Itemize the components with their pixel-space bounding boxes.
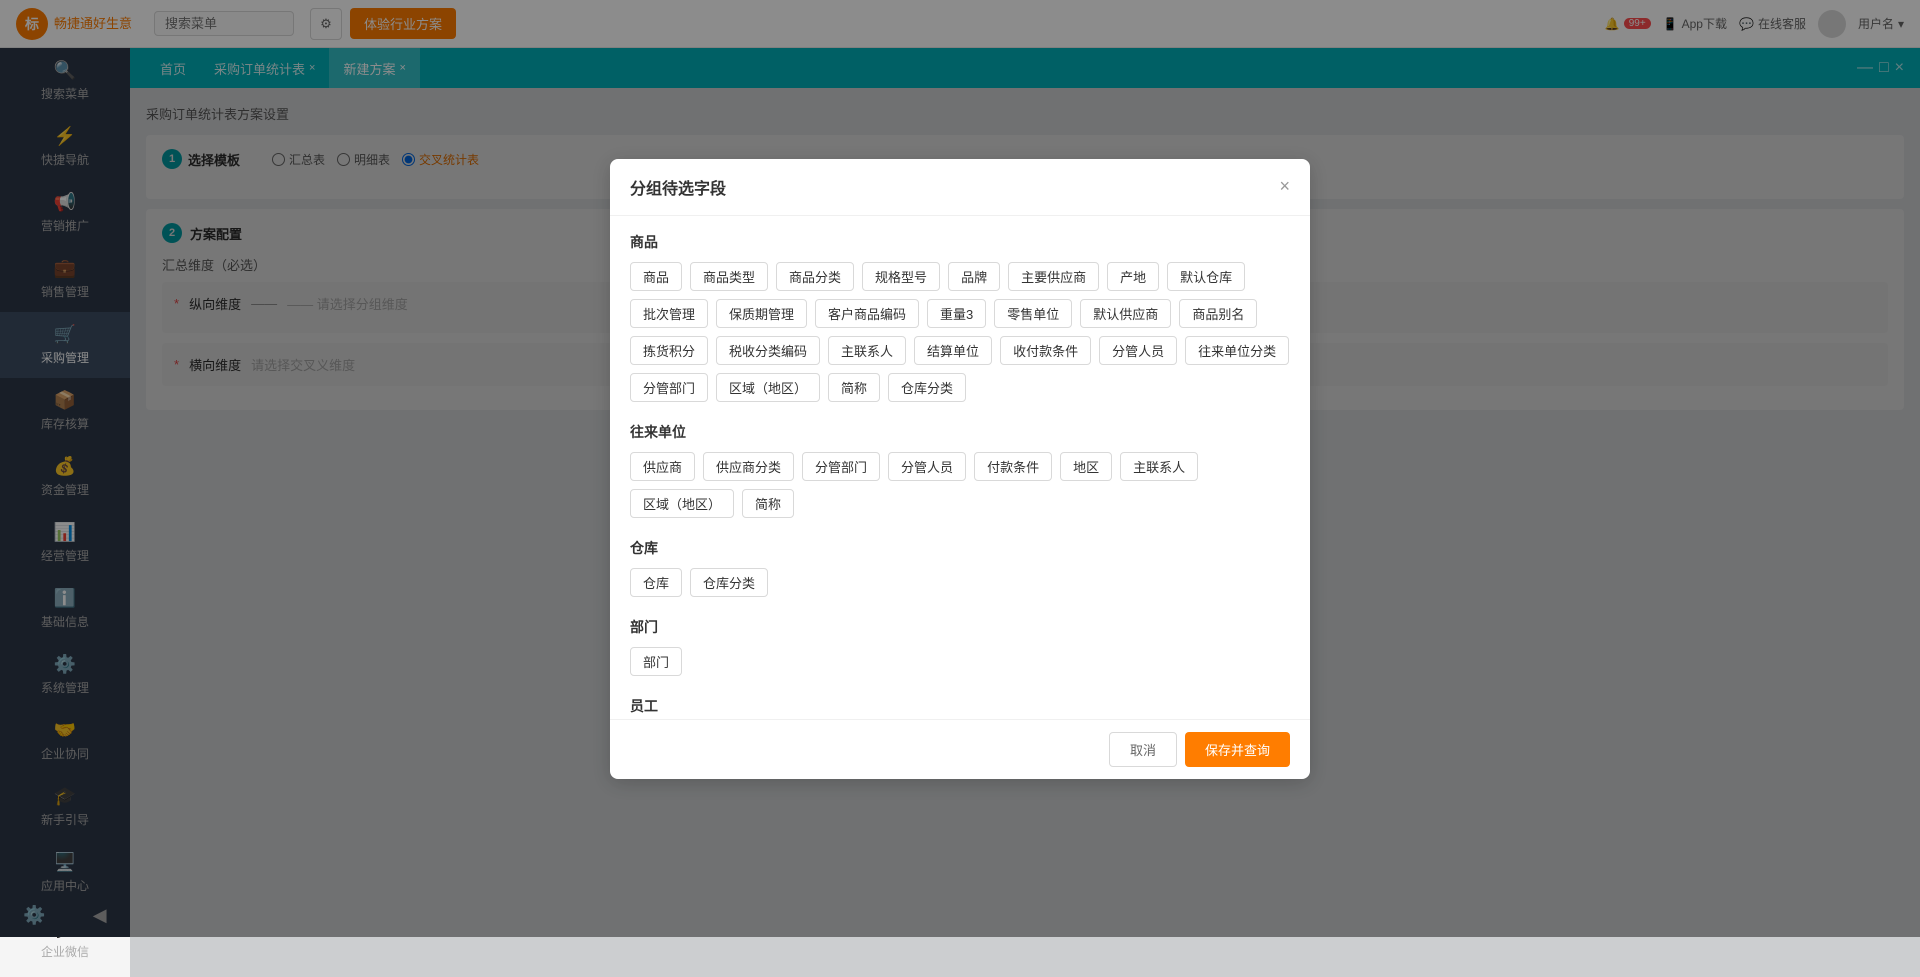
- field-tag-warehouse-category[interactable]: 仓库分类: [888, 373, 966, 402]
- field-tag-supervise-dept[interactable]: 分管部门: [630, 373, 708, 402]
- field-tag-warehouse-cat[interactable]: 仓库分类: [690, 568, 768, 597]
- group-title-partner: 往来单位: [630, 422, 1290, 442]
- field-select-modal: 分组待选字段 × 商品 商品 商品类型 商品分类 规格型号 品牌 主要供应商 产…: [610, 159, 1310, 779]
- field-tag-alias[interactable]: 商品别名: [1179, 299, 1257, 328]
- field-group-partner: 往来单位 供应商 供应商分类 分管部门 分管人员 付款条件 地区 主联系人 区域…: [630, 422, 1290, 518]
- field-tag-goods-category[interactable]: 商品分类: [776, 262, 854, 291]
- field-tag-brand[interactable]: 品牌: [948, 262, 1000, 291]
- field-tag-main-contact-2[interactable]: 主联系人: [1120, 452, 1198, 481]
- field-tag-warehouse[interactable]: 仓库: [630, 568, 682, 597]
- field-tag-origin[interactable]: 产地: [1107, 262, 1159, 291]
- field-tag-main-contact[interactable]: 主联系人: [828, 336, 906, 365]
- save-query-button[interactable]: 保存并查询: [1185, 732, 1290, 767]
- field-tag-supplier[interactable]: 供应商: [630, 452, 695, 481]
- cancel-button[interactable]: 取消: [1109, 732, 1177, 767]
- modal-footer: 取消 保存并查询: [610, 719, 1310, 779]
- field-tag-dept[interactable]: 分管部门: [802, 452, 880, 481]
- field-tag-goods-type[interactable]: 商品类型: [690, 262, 768, 291]
- field-tag-batch-mgmt[interactable]: 批次管理: [630, 299, 708, 328]
- field-tag-partner-category[interactable]: 往来单位分类: [1185, 336, 1289, 365]
- modal-overlay: 分组待选字段 × 商品 商品 商品类型 商品分类 规格型号 品牌 主要供应商 产…: [0, 0, 1920, 937]
- field-tag-tax-code[interactable]: 税收分类编码: [716, 336, 820, 365]
- department-field-tags: 部门: [630, 647, 1290, 676]
- modal-title: 分组待选字段: [630, 175, 726, 199]
- field-tag-shelf-life[interactable]: 保质期管理: [716, 299, 807, 328]
- field-tag-supplier-category[interactable]: 供应商分类: [703, 452, 794, 481]
- field-tag-pick-score[interactable]: 拣货积分: [630, 336, 708, 365]
- field-tag-default-supplier[interactable]: 默认供应商: [1080, 299, 1171, 328]
- partner-field-tags: 供应商 供应商分类 分管部门 分管人员 付款条件 地区 主联系人 区域（地区） …: [630, 452, 1290, 518]
- field-tag-payment-terms[interactable]: 收付款条件: [1000, 336, 1091, 365]
- field-group-warehouse: 仓库 仓库 仓库分类: [630, 538, 1290, 597]
- field-tag-settlement-unit[interactable]: 结算单位: [914, 336, 992, 365]
- warehouse-field-tags: 仓库 仓库分类: [630, 568, 1290, 597]
- field-tag-spec-model[interactable]: 规格型号: [862, 262, 940, 291]
- field-tag-department[interactable]: 部门: [630, 647, 682, 676]
- modal-header: 分组待选字段 ×: [610, 159, 1310, 216]
- goods-field-tags: 商品 商品类型 商品分类 规格型号 品牌 主要供应商 产地 默认仓库 批次管理 …: [630, 262, 1290, 402]
- field-tag-region-goods[interactable]: 区域（地区）: [716, 373, 820, 402]
- field-group-goods: 商品 商品 商品类型 商品分类 规格型号 品牌 主要供应商 产地 默认仓库 批次…: [630, 232, 1290, 402]
- modal-close-button[interactable]: ×: [1279, 176, 1290, 197]
- group-title-department: 部门: [630, 617, 1290, 637]
- field-tag-pay-terms[interactable]: 付款条件: [974, 452, 1052, 481]
- field-tag-short-name[interactable]: 简称: [828, 373, 880, 402]
- field-tag-district[interactable]: 地区: [1060, 452, 1112, 481]
- field-tag-customer-code[interactable]: 客户商品编码: [815, 299, 919, 328]
- field-group-employee: 员工 业务员: [630, 696, 1290, 719]
- field-group-department: 部门 部门: [630, 617, 1290, 676]
- field-tag-retail-unit[interactable]: 零售单位: [994, 299, 1072, 328]
- field-tag-person[interactable]: 分管人员: [888, 452, 966, 481]
- field-tag-main-supplier[interactable]: 主要供应商: [1008, 262, 1099, 291]
- field-tag-short-name-2[interactable]: 简称: [742, 489, 794, 518]
- field-tag-region-partner[interactable]: 区域（地区）: [630, 489, 734, 518]
- group-title-warehouse: 仓库: [630, 538, 1290, 558]
- modal-body: 商品 商品 商品类型 商品分类 规格型号 品牌 主要供应商 产地 默认仓库 批次…: [610, 216, 1310, 719]
- field-tag-supervise-person[interactable]: 分管人员: [1099, 336, 1177, 365]
- group-title-employee: 员工: [630, 696, 1290, 716]
- field-tag-goods[interactable]: 商品: [630, 262, 682, 291]
- group-title-goods: 商品: [630, 232, 1290, 252]
- field-tag-weight[interactable]: 重量3: [927, 299, 986, 328]
- field-tag-default-warehouse[interactable]: 默认仓库: [1167, 262, 1245, 291]
